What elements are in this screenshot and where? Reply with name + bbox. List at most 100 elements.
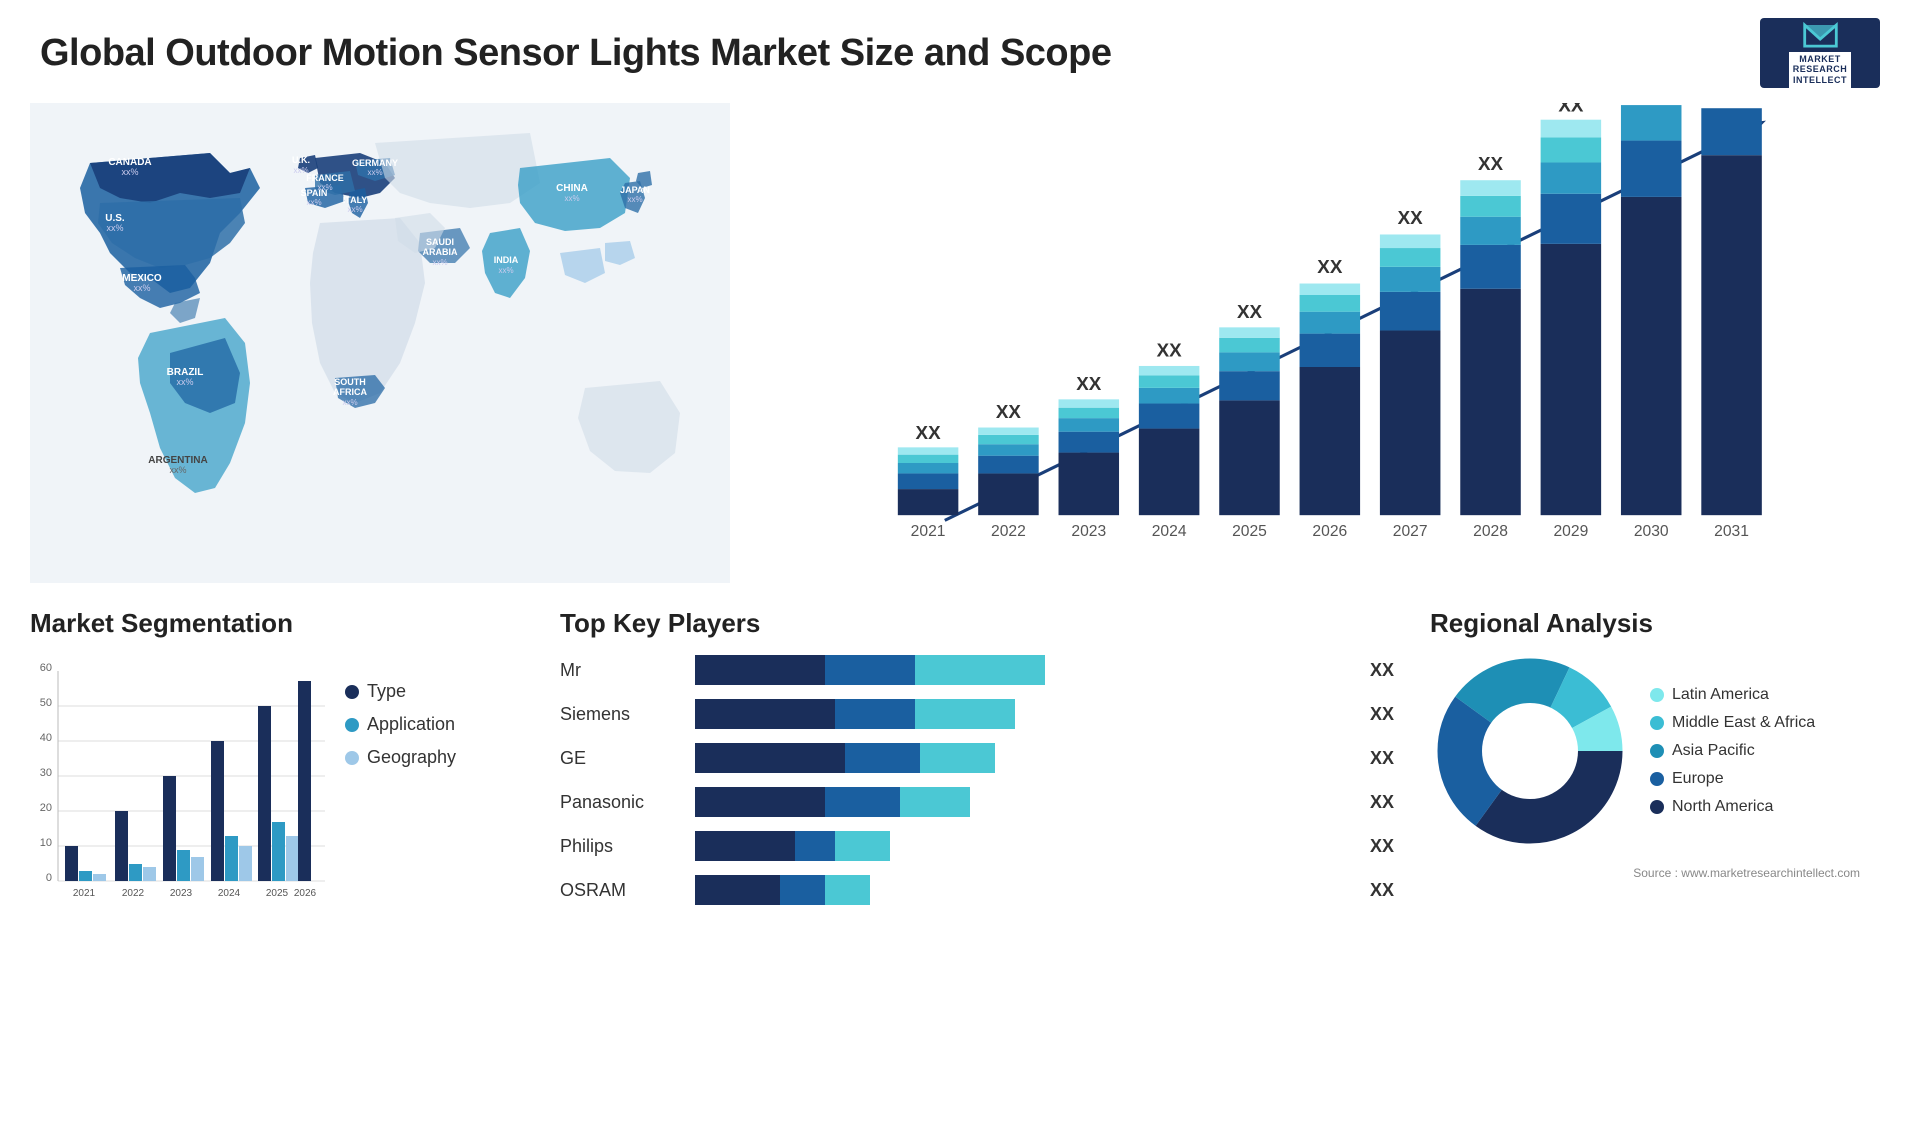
svg-text:xx%: xx% [367,168,382,177]
svg-text:ITALY: ITALY [343,195,368,205]
svg-text:XX: XX [916,422,942,443]
svg-text:xx%: xx% [564,194,579,203]
svg-text:ARABIA: ARABIA [423,247,458,257]
svg-text:2026: 2026 [294,888,317,899]
logo: MARKET RESEARCH INTELLECT [1760,18,1880,88]
legend-label-type: Type [367,681,406,702]
player-panasonic: Panasonic [560,783,670,821]
svg-text:2025: 2025 [266,888,289,899]
page-title: Global Outdoor Motion Sensor Lights Mark… [40,32,1111,75]
player-osram: OSRAM [560,871,670,909]
player-bar-mr: XX [695,651,1400,689]
legend-dot-type [345,685,359,699]
svg-text:AFRICA: AFRICA [333,387,367,397]
svg-text:xx%: xx% [121,167,138,177]
svg-text:2026: 2026 [1312,523,1347,540]
reg-dot-europe [1650,772,1664,786]
svg-text:40: 40 [40,732,52,744]
bar-2021: XX 2021 [898,422,959,540]
svg-text:2024: 2024 [218,888,241,899]
svg-text:FRANCE: FRANCE [306,173,344,183]
player-siemens: Siemens [560,695,670,733]
svg-text:XX: XX [1237,301,1263,322]
bar-2030: XX 2030 [1621,103,1682,540]
regional-content: Latin America Middle East & Africa Asia … [1430,651,1890,851]
svg-text:U.K.: U.K. [292,155,310,165]
bar-2027: XX 2027 [1380,207,1441,540]
player-value-ge: XX [1370,748,1400,769]
player-value-osram: XX [1370,880,1400,901]
player-bar-osram: XX [695,871,1400,909]
svg-text:XX: XX [1558,103,1584,115]
svg-text:XX: XX [1478,153,1504,174]
player-value-panasonic: XX [1370,792,1400,813]
reg-dot-north-america [1650,800,1664,814]
player-names-list: Mr Siemens GE Panasonic Philips OSRAM [560,651,670,915]
svg-text:2022: 2022 [991,523,1026,540]
svg-text:xx%: xx% [342,398,357,407]
svg-text:SAUDI: SAUDI [426,237,454,247]
key-players-title: Top Key Players [560,608,1400,639]
player-philips: Philips [560,827,670,865]
reg-legend-asia-pacific: Asia Pacific [1650,742,1815,760]
segmentation-content: 0 10 20 30 40 50 60 2021 [30,651,530,921]
svg-text:xx%: xx% [306,198,321,207]
key-players-section: Top Key Players Mr Siemens GE Panasonic … [560,608,1400,948]
bottom-section: Market Segmentation 0 10 20 30 40 50 60 [0,608,1920,948]
bar-2022: XX 2022 [978,401,1039,540]
regional-title: Regional Analysis [1430,608,1890,639]
logo-text: MARKET RESEARCH INTELLECT [1789,52,1852,88]
logo-box: MARKET RESEARCH INTELLECT [1760,18,1880,88]
segmentation-legend: Type Application Geography [345,681,456,768]
legend-application: Application [345,714,456,735]
reg-label-latin-america: Latin America [1672,686,1769,704]
svg-text:2023: 2023 [170,888,193,899]
reg-legend-latin-america: Latin America [1650,686,1815,704]
svg-text:xx%: xx% [432,258,447,267]
svg-text:2021: 2021 [911,523,946,540]
svg-text:XX: XX [996,401,1022,422]
logo-icon [1793,18,1848,50]
map-svg: CANADA xx% U.S. xx% MEXICO xx% BRAZIL xx… [30,103,730,583]
svg-text:xx%: xx% [169,465,186,475]
svg-text:2022: 2022 [122,888,145,899]
bar-2026: XX 2026 [1300,256,1361,540]
legend-label-application: Application [367,714,455,735]
svg-text:30: 30 [40,767,52,779]
donut-chart [1430,651,1630,851]
svg-text:xx%: xx% [347,205,362,214]
svg-text:2029: 2029 [1553,523,1588,540]
svg-text:2023: 2023 [1071,523,1106,540]
header: Global Outdoor Motion Sensor Lights Mark… [0,0,1920,98]
reg-dot-latin-america [1650,688,1664,702]
svg-text:xx%: xx% [106,223,123,233]
svg-text:20: 20 [40,802,52,814]
reg-legend-north-america: North America [1650,798,1815,816]
bar-2024: XX 2024 [1139,340,1200,540]
reg-legend-europe: Europe [1650,770,1815,788]
bar-2029: XX 2029 [1541,103,1602,540]
svg-text:XX: XX [1076,373,1102,394]
svg-text:0: 0 [46,872,52,884]
growth-chart: XX 2021 XX 2022 XX 2023 [730,103,1890,583]
legend-dot-application [345,718,359,732]
player-bar-panasonic: XX [695,783,1400,821]
bar-2031: XX 2031 [1701,103,1762,540]
reg-dot-asia-pacific [1650,744,1664,758]
bar-2023: XX 2023 [1059,373,1120,540]
bar-2025: XX 2025 [1219,301,1280,540]
svg-text:SOUTH: SOUTH [334,377,366,387]
players-content: Mr Siemens GE Panasonic Philips OSRAM XX [560,651,1400,915]
player-bar-ge: XX [695,739,1400,777]
reg-label-europe: Europe [1672,770,1724,788]
svg-text:2024: 2024 [1152,523,1187,540]
svg-text:JAPAN: JAPAN [620,185,650,195]
svg-text:XX: XX [1398,207,1424,228]
reg-label-asia-pacific: Asia Pacific [1672,742,1755,760]
svg-text:xx%: xx% [133,283,150,293]
player-ge: GE [560,739,670,777]
reg-label-middle-east: Middle East & Africa [1672,714,1815,732]
legend-label-geography: Geography [367,747,456,768]
svg-text:xx%: xx% [627,195,642,204]
svg-text:2021: 2021 [73,888,96,899]
